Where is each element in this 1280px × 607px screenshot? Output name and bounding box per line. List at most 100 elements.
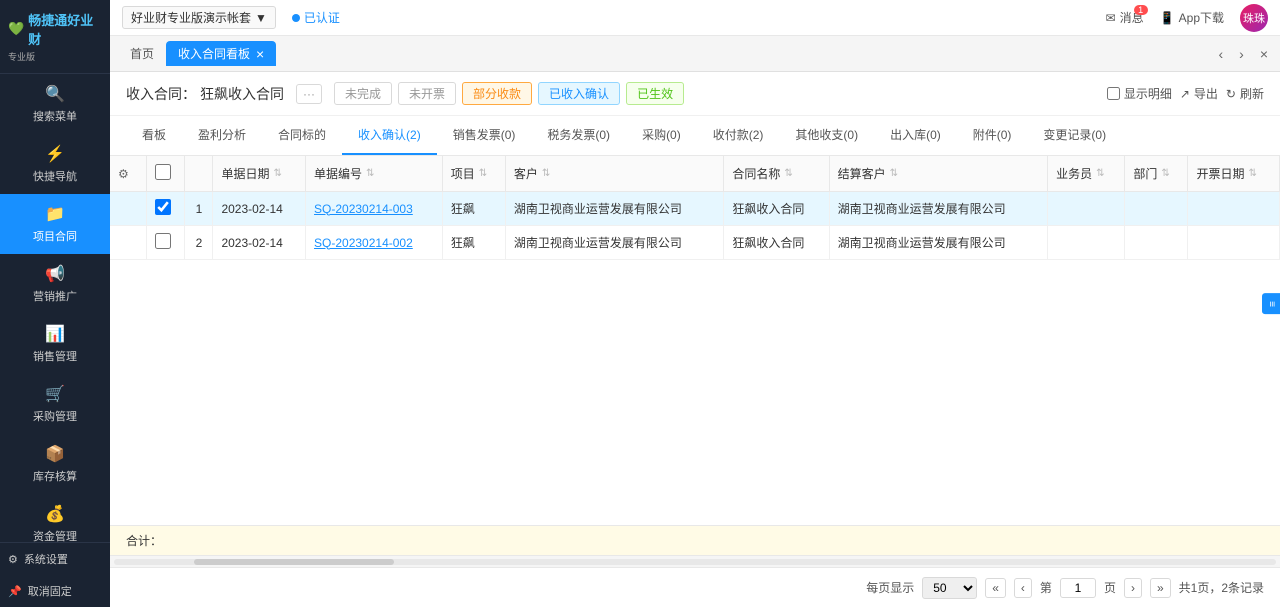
select-all-checkbox[interactable] xyxy=(155,164,171,180)
sidebar-icon-0: 🔍 xyxy=(45,84,65,104)
th-final-customer[interactable]: 结算客户⇅ xyxy=(829,156,1048,192)
scroll-track[interactable] xyxy=(114,559,1276,565)
tab-合同标的[interactable]: 合同标的 xyxy=(262,116,342,155)
home-tab[interactable]: 首页 xyxy=(118,41,166,66)
active-tab[interactable]: 收入合同看板 × xyxy=(166,41,276,66)
next-page-btn[interactable]: › xyxy=(1124,578,1142,598)
per-page-select[interactable]: 50 20 100 xyxy=(922,577,977,599)
first-page-btn[interactable]: « xyxy=(985,578,1006,598)
tab-收付款[interactable]: 收付款(2) xyxy=(697,116,780,155)
th-contract-name[interactable]: 合同名称⇅ xyxy=(724,156,829,192)
bill-no-link-0[interactable]: SQ-20230214-003 xyxy=(314,202,413,216)
sidebar-item-库存核算[interactable]: 📦库存核算 xyxy=(0,434,110,494)
td-bill-date-0: 2023-02-14 xyxy=(213,192,306,226)
sidebar-icon-2: 📁 xyxy=(45,204,65,224)
sort-department-icon: ⇅ xyxy=(1161,168,1169,179)
row-checkbox-0[interactable] xyxy=(155,199,171,215)
messages-btn[interactable]: ✉ 消息 1 xyxy=(1106,9,1144,26)
sidebar-item-项目合同[interactable]: 📁 项目合同 xyxy=(0,194,110,254)
table-area[interactable]: ⚙ 单据日期⇅ 单据编号⇅ 项目⇅ 客户⇅ 合同名称⇅ 结算客户⇅ 业务员⇅ 部… xyxy=(110,156,1280,525)
tab-盈利分析[interactable]: 盈利分析 xyxy=(182,116,262,155)
company-selector[interactable]: 好业财专业版演示帐套 ▼ xyxy=(122,6,276,29)
status-tag-未完成[interactable]: 未完成 xyxy=(334,82,392,105)
company-select-btn[interactable]: 好业财专业版演示帐套 ▼ xyxy=(122,6,276,29)
contract-name: 狂飙收入合同 xyxy=(200,84,284,104)
sidebar-item-资金管理[interactable]: 💰资金管理 xyxy=(0,494,110,542)
scroll-bar-area[interactable] xyxy=(110,555,1280,567)
page-input[interactable] xyxy=(1060,578,1096,598)
td-department-0 xyxy=(1125,192,1188,226)
page-label-pre: 第 xyxy=(1040,579,1052,596)
export-btn[interactable]: ↗ 导出 xyxy=(1180,85,1218,102)
table-row[interactable]: 2 2023-02-14 SQ-20230214-002 狂飙 湖南卫视商业运营… xyxy=(110,226,1280,260)
td-salesperson-0 xyxy=(1048,192,1125,226)
app-download-btn[interactable]: 📱 App下载 xyxy=(1160,9,1224,26)
show-detail-checkbox[interactable]: 显示明细 xyxy=(1107,85,1172,102)
tab-出入库[interactable]: 出入库(0) xyxy=(874,116,957,155)
td-checkbox-0[interactable] xyxy=(146,192,185,226)
th-bill-date[interactable]: 单据日期⇅ xyxy=(213,156,306,192)
tab-close-window-btn[interactable]: × xyxy=(1256,44,1272,64)
sidebar: 💚 畅捷通好业财 专业版 🔍搜索菜单⚡快捷导航📁项目合同📢营销推广📊销售管理🛒采… xyxy=(0,0,110,607)
status-tag-已生效[interactable]: 已生效 xyxy=(626,82,684,105)
th-bill-date2[interactable]: 开票日期⇅ xyxy=(1188,156,1280,192)
right-panel-toggle[interactable]: ≡ xyxy=(1262,293,1280,315)
tab-税务发票[interactable]: 税务发票(0) xyxy=(531,116,626,155)
th-department[interactable]: 部门⇅ xyxy=(1125,156,1188,192)
sidebar-label-2: 项目合同 xyxy=(33,228,77,244)
tab-nav: 看板盈利分析合同标的收入确认(2)销售发票(0)税务发票(0)采购(0)收付款(… xyxy=(110,116,1280,156)
table-row[interactable]: 1 2023-02-14 SQ-20230214-003 狂飙 湖南卫视商业运营… xyxy=(110,192,1280,226)
status-tag-部分收款[interactable]: 部分收款 xyxy=(462,82,532,105)
tab-其他收支[interactable]: 其他收支(0) xyxy=(779,116,874,155)
contract-more-btn[interactable]: ··· xyxy=(296,84,322,104)
tab-销售发票[interactable]: 销售发票(0) xyxy=(437,116,532,155)
th-bill-no[interactable]: 单据编号⇅ xyxy=(306,156,443,192)
settings-icon[interactable]: ⚙ xyxy=(118,167,129,181)
tab-next-btn[interactable]: › xyxy=(1235,44,1248,64)
sidebar-item-采购管理[interactable]: 🛒采购管理 xyxy=(0,374,110,434)
tab-附件[interactable]: 附件(0) xyxy=(957,116,1028,155)
th-customer[interactable]: 客户⇅ xyxy=(505,156,724,192)
tab-采购[interactable]: 采购(0) xyxy=(626,116,697,155)
refresh-btn[interactable]: ↻ 刷新 xyxy=(1226,85,1264,102)
tabbar-nav: ‹ › × xyxy=(1214,44,1272,64)
td-bill-no-0[interactable]: SQ-20230214-003 xyxy=(306,192,443,226)
export-label: 导出 xyxy=(1194,85,1218,102)
sidebar-item-快捷导航[interactable]: ⚡快捷导航 xyxy=(0,134,110,194)
prev-page-btn[interactable]: ‹ xyxy=(1014,578,1032,598)
sidebar-label-4: 销售管理 xyxy=(33,348,77,364)
tab-close-btn[interactable]: × xyxy=(256,46,264,62)
scroll-thumb[interactable] xyxy=(194,559,394,565)
active-tab-label: 收入合同看板 xyxy=(178,45,250,62)
user-avatar[interactable]: 珠珠 xyxy=(1240,4,1268,32)
tabbar: 首页 收入合同看板 × ‹ › × xyxy=(110,36,1280,72)
show-detail-input[interactable] xyxy=(1107,87,1120,100)
sidebar-item-营销推广[interactable]: 📢营销推广 xyxy=(0,254,110,314)
contract-title-area: 收入合同： 狂飙收入合同 xyxy=(126,84,284,104)
td-bill-no-1[interactable]: SQ-20230214-002 xyxy=(306,226,443,260)
sidebar-label-6: 库存核算 xyxy=(33,468,77,484)
sidebar-bottom: ⚙系统设置📌取消固定 xyxy=(0,542,110,607)
th-settings[interactable]: ⚙ xyxy=(110,156,146,192)
last-page-btn[interactable]: » xyxy=(1150,578,1171,598)
row-checkbox-1[interactable] xyxy=(155,233,171,249)
sidebar-item-销售管理[interactable]: 📊销售管理 xyxy=(0,314,110,374)
th-salesperson[interactable]: 业务员⇅ xyxy=(1048,156,1125,192)
status-tag-未开票[interactable]: 未开票 xyxy=(398,82,456,105)
tab-收入确认[interactable]: 收入确认(2) xyxy=(342,116,437,155)
table-header: ⚙ 单据日期⇅ 单据编号⇅ 项目⇅ 客户⇅ 合同名称⇅ 结算客户⇅ 业务员⇅ 部… xyxy=(110,156,1280,192)
pagination: 每页显示 50 20 100 « ‹ 第 页 › » 共1页，2条记录 xyxy=(110,567,1280,607)
status-tag-已收入确认[interactable]: 已收入确认 xyxy=(538,82,620,105)
bill-no-link-1[interactable]: SQ-20230214-002 xyxy=(314,236,413,250)
tab-变更记录[interactable]: 变更记录(0) xyxy=(1027,116,1122,155)
td-checkbox-1[interactable] xyxy=(146,226,185,260)
tab-prev-btn[interactable]: ‹ xyxy=(1214,44,1227,64)
tab-看板[interactable]: 看板 xyxy=(126,116,182,155)
th-checkbox[interactable] xyxy=(146,156,185,192)
th-project[interactable]: 项目⇅ xyxy=(442,156,505,192)
sidebar-bottom-item-系统设置[interactable]: ⚙系统设置 xyxy=(0,543,110,575)
main-content: 好业财专业版演示帐套 ▼ 已认证 ✉ 消息 1 📱 App下载 珠珠 首页 xyxy=(110,0,1280,607)
contract-prefix: 收入合同： xyxy=(126,84,196,104)
sidebar-bottom-item-取消固定[interactable]: 📌取消固定 xyxy=(0,575,110,607)
sidebar-item-搜索菜单[interactable]: 🔍搜索菜单 xyxy=(0,74,110,134)
